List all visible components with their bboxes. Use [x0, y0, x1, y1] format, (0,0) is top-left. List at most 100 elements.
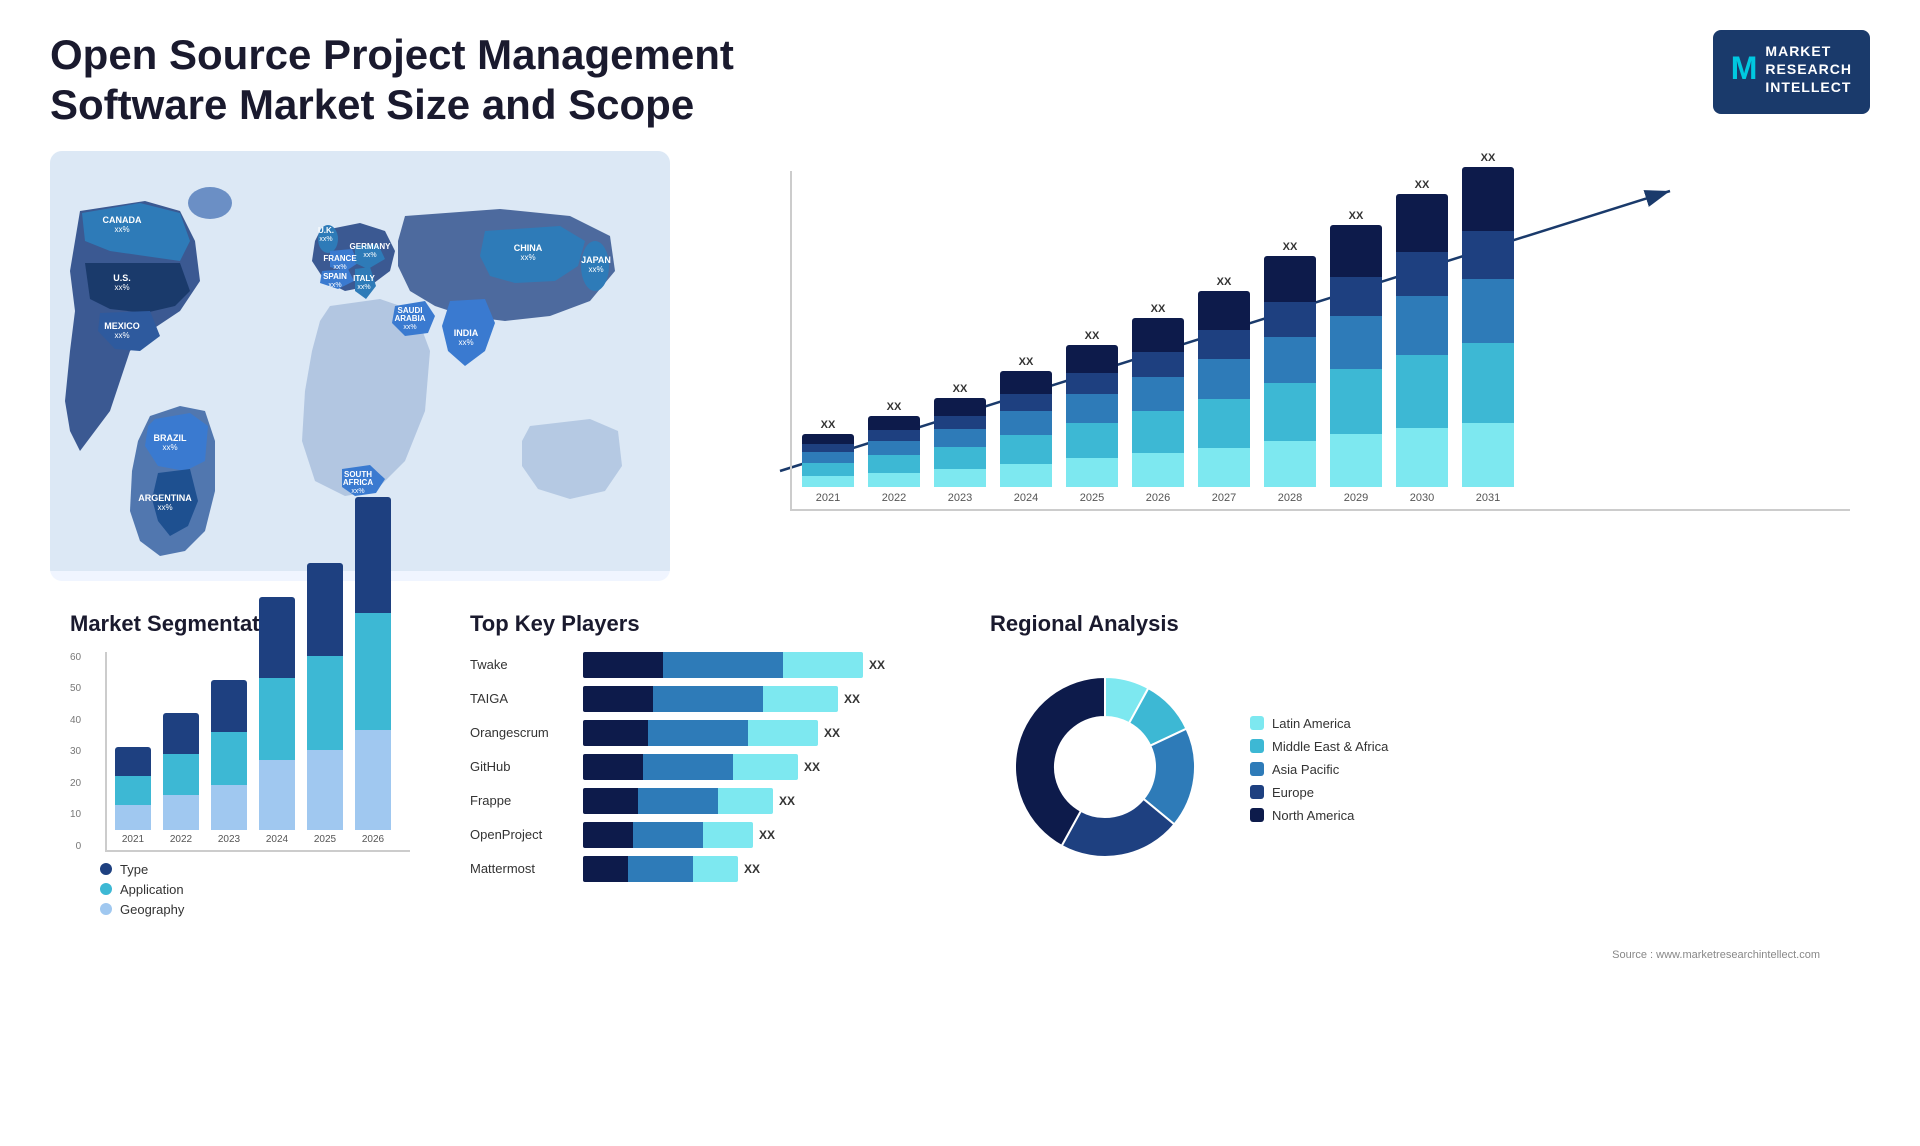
- player-bar-seg-1: [583, 720, 648, 746]
- bar-group: XX2025: [1066, 330, 1118, 504]
- player-name: TAIGA: [470, 691, 575, 706]
- bar-year-label: 2025: [1080, 492, 1104, 504]
- logo-line2: RESEARCH: [1765, 60, 1852, 78]
- seg-segment-3: [115, 805, 151, 830]
- stacked-bar: [1462, 167, 1514, 487]
- player-name: Mattermost: [470, 861, 575, 876]
- bar-segment-3: [802, 452, 854, 463]
- stacked-bar: [1000, 371, 1052, 487]
- player-value: XX: [869, 658, 885, 672]
- seg-bar-group: 2023: [211, 680, 247, 845]
- svg-text:xx%: xx%: [403, 324, 416, 331]
- player-name: OpenProject: [470, 827, 575, 842]
- bar-segment-2: [1396, 252, 1448, 296]
- bar-year-label: 2022: [882, 492, 906, 504]
- seg-segment-3: [307, 750, 343, 830]
- bar-year-label: 2029: [1344, 492, 1368, 504]
- bar-segment-4: [1330, 369, 1382, 435]
- application-dot: [100, 883, 112, 895]
- bar-segment-2: [1462, 231, 1514, 279]
- player-bar-track: XX: [583, 686, 860, 712]
- player-row: TAIGA XX: [470, 686, 930, 712]
- player-bar-seg-2: [638, 788, 718, 814]
- regional-legend: Latin America Middle East & Africa Asia …: [1250, 716, 1388, 823]
- seg-stacked-bar: [211, 680, 247, 830]
- stacked-bar: [1264, 256, 1316, 487]
- player-bar-seg-3: [783, 652, 863, 678]
- seg-year-label: 2025: [314, 834, 336, 845]
- svg-text:xx%: xx%: [357, 284, 370, 291]
- player-row: GitHub XX: [470, 754, 930, 780]
- seg-segment-2: [163, 754, 199, 795]
- bar-year-label: 2024: [1014, 492, 1038, 504]
- main-bar-chart: XX2021XX2022XX2023XX2024XX2025XX2026XX20…: [690, 151, 1870, 581]
- legend-europe: Europe: [1250, 785, 1388, 800]
- stacked-bar: [1132, 318, 1184, 487]
- bar-segment-5: [868, 473, 920, 487]
- player-bar-seg-2: [628, 856, 693, 882]
- seg-y-axis: 60 50 40 30 20 10 0: [70, 652, 85, 852]
- player-bar-seg-2: [648, 720, 748, 746]
- player-name: GitHub: [470, 759, 575, 774]
- seg-bar-group: 2021: [115, 747, 151, 845]
- legend-asia-pacific: Asia Pacific: [1250, 762, 1388, 777]
- legend-application: Application: [100, 882, 410, 897]
- bar-segment-3: [868, 441, 920, 455]
- bar-segment-1: [1000, 371, 1052, 394]
- player-bar-track: XX: [583, 652, 885, 678]
- latin-america-dot: [1250, 716, 1264, 730]
- seg-segment-2: [307, 656, 343, 749]
- bar-group: XX2028: [1264, 241, 1316, 504]
- player-bar-track: XX: [583, 822, 775, 848]
- player-bar-seg-1: [583, 856, 628, 882]
- bar-year-label: 2023: [948, 492, 972, 504]
- bottom-section: Market Segmentation 60 50 40 30 20 10 0 …: [50, 601, 1870, 951]
- page-header: Open Source Project Management Software …: [50, 30, 1870, 131]
- middle-east-dot: [1250, 739, 1264, 753]
- bar-value-label: XX: [1217, 276, 1232, 288]
- player-bar-seg-3: [703, 822, 753, 848]
- player-value: XX: [804, 760, 820, 774]
- bar-segment-2: [1066, 373, 1118, 394]
- donut-chart: [990, 652, 1220, 887]
- bar-year-label: 2026: [1146, 492, 1170, 504]
- player-bar-seg-3: [733, 754, 798, 780]
- bar-segment-1: [1462, 167, 1514, 231]
- stacked-bar: [802, 434, 854, 487]
- player-name: Orangescrum: [470, 725, 575, 740]
- player-row: FrappeXX: [470, 788, 930, 814]
- bar-value-label: XX: [1151, 303, 1166, 315]
- player-bar: [583, 652, 863, 678]
- seg-segment-3: [211, 785, 247, 830]
- seg-year-label: 2024: [266, 834, 288, 845]
- bar-segment-5: [1198, 448, 1250, 487]
- svg-text:xx%: xx%: [162, 443, 177, 452]
- player-row: Orangescrum XX: [470, 720, 930, 746]
- label-us: U.S.: [113, 273, 131, 283]
- seg-segment-1: [355, 497, 391, 614]
- type-dot: [100, 863, 112, 875]
- players-list: TwakeXXTAIGAXXOrangescrumXXGitHubXXFrapp…: [470, 652, 930, 882]
- bar-segment-2: [1330, 277, 1382, 316]
- bar-segment-4: [1462, 343, 1514, 423]
- source-text: Source : www.marketresearchintellect.com: [0, 949, 1820, 961]
- logo-line3: INTELLECT: [1765, 78, 1852, 96]
- seg-bars: 202120222023202420252026: [105, 652, 410, 852]
- player-name: Frappe: [470, 793, 575, 808]
- bar-segment-3: [1132, 377, 1184, 411]
- north-america-label: North America: [1272, 808, 1354, 823]
- bar-value-label: XX: [1019, 356, 1034, 368]
- player-bar-track: XX: [583, 720, 840, 746]
- label-italy: ITALY: [353, 274, 375, 283]
- bar-segment-3: [1462, 279, 1514, 343]
- player-bar-seg-1: [583, 686, 653, 712]
- svg-text:xx%: xx%: [157, 503, 172, 512]
- bar-value-label: XX: [887, 401, 902, 413]
- legend-middle-east: Middle East & Africa: [1250, 739, 1388, 754]
- bar-segment-5: [1066, 458, 1118, 486]
- svg-text:ARABIA: ARABIA: [394, 314, 425, 323]
- bar-segment-1: [1198, 291, 1250, 330]
- player-bar: [583, 822, 753, 848]
- label-spain: SPAIN: [323, 272, 347, 281]
- north-america-dot: [1250, 808, 1264, 822]
